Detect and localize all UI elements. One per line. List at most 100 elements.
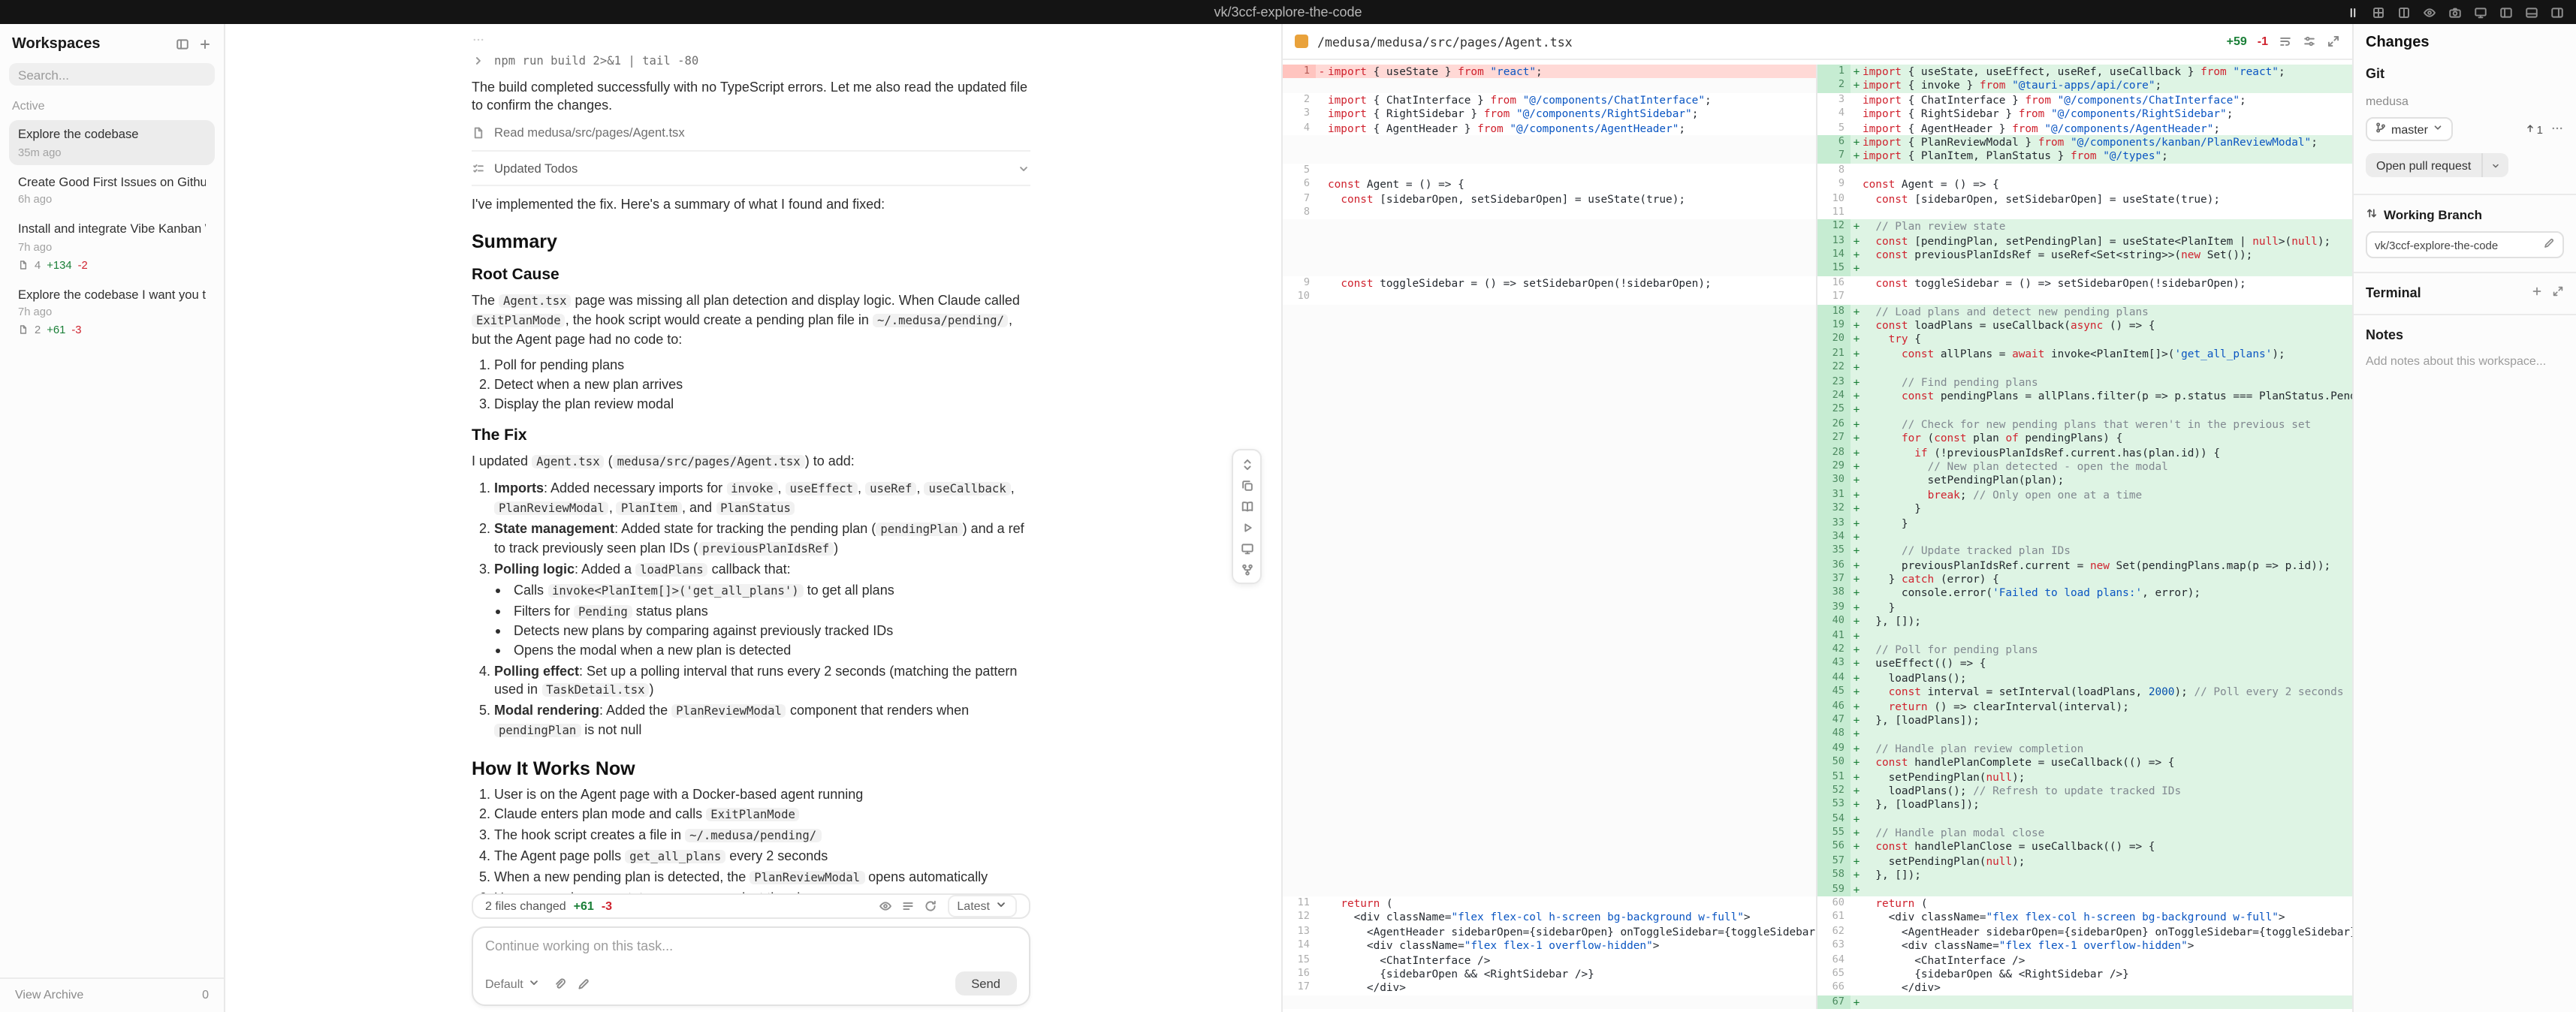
code-line: [1328, 501, 1816, 516]
line-number: 47: [1817, 713, 1851, 727]
chat-messages[interactable]: npm run build 2>&1 | tail -80The build c…: [225, 24, 1281, 893]
line-number: [1283, 628, 1316, 643]
fork-button[interactable]: [1237, 560, 1256, 578]
camera-icon[interactable]: [2448, 5, 2462, 19]
chevron-down-icon[interactable]: [1017, 161, 1030, 175]
plus-icon[interactable]: [198, 38, 212, 51]
send-button[interactable]: Send: [955, 971, 1017, 995]
panel-left-icon[interactable]: [2499, 5, 2513, 19]
diff-list-icon[interactable]: [901, 899, 915, 913]
diff-cell-old: 6const Agent = () => {: [1283, 177, 1817, 191]
unfold-button[interactable]: [1237, 455, 1256, 473]
book-button[interactable]: [1237, 497, 1256, 515]
diff-marker: [1316, 657, 1328, 671]
code-line: // Check for new pending plans that were…: [1863, 417, 2352, 432]
diff-marker: [1851, 911, 1863, 925]
workspace-item[interactable]: Create Good First Issues on Github So...…: [9, 167, 215, 212]
view-archive-button[interactable]: View Archive 0: [0, 977, 224, 1012]
sublist-item: Filters for Pending status plans: [514, 601, 1030, 621]
diff-cell-old: [1283, 643, 1817, 657]
copy-button[interactable]: [1237, 476, 1256, 494]
diff-marker: +: [1851, 854, 1863, 869]
diff-cell-old: [1283, 501, 1817, 516]
expand-icon[interactable]: [2552, 285, 2564, 297]
diff-marker: [1316, 896, 1328, 911]
workspace-item[interactable]: Explore the codebase I want you to ex...…: [9, 280, 215, 342]
panel-bottom-icon[interactable]: [2525, 5, 2538, 19]
model-selector[interactable]: Default: [485, 975, 541, 992]
eye-icon[interactable]: [2423, 5, 2436, 19]
diff-marker: [1316, 276, 1328, 291]
code-line: // Plan review state: [1863, 220, 2352, 234]
wrap-icon[interactable]: [2279, 35, 2292, 48]
code-line: [1328, 544, 1816, 559]
diff-marker: +: [1851, 417, 1863, 432]
diff-cell-new: 54+: [1817, 812, 2352, 826]
tool-call-row[interactable]: npm run build 2>&1 | tail -80: [472, 54, 1030, 68]
pencil-icon[interactable]: [2543, 237, 2555, 249]
code-line: [1328, 516, 1816, 530]
code-line: [1328, 360, 1816, 375]
repo-name: medusa: [2366, 95, 2564, 117]
refresh-icon[interactable]: [924, 899, 937, 913]
line-number: 50: [1817, 755, 1851, 770]
diff-cell-old: [1283, 389, 1817, 403]
code-line: }, [loadPlans]);: [1863, 713, 2352, 727]
diff-content[interactable]: 1-import { useState } from "react";1+imp…: [1283, 60, 2352, 1012]
list-item: Detect when a new plan arrives: [494, 375, 1030, 393]
monitor-button[interactable]: [1237, 539, 1256, 557]
text-run: The Agent page polls: [494, 848, 625, 863]
diff-row: 1-import { useState } from "react";1+imp…: [1283, 65, 2352, 79]
inline-code: PlanReviewModal: [750, 870, 864, 884]
search-input[interactable]: Search...: [9, 63, 215, 86]
diff-row: 40+ }, []);: [1283, 614, 2352, 628]
workspace-item[interactable]: Install and integrate Vibe Kanban Web...…: [9, 215, 215, 277]
diff-marker: [1316, 911, 1328, 925]
bullet-sublist: Calls invoke<PlanItem[]>('get_all_plans'…: [494, 581, 1030, 658]
tool-call-row[interactable]: Read medusa/src/pages/Agent.tsx: [472, 125, 1030, 140]
columns-icon[interactable]: [2397, 5, 2411, 19]
workspace-item[interactable]: Explore the codebase35m ago: [9, 120, 215, 164]
latest-dropdown[interactable]: Latest: [948, 895, 1017, 917]
code-line: [1328, 459, 1816, 474]
eye-icon[interactable]: [879, 899, 892, 913]
working-branch-input[interactable]: vk/3ccf-explore-the-code: [2366, 231, 2564, 258]
sidebar-header: Workspaces: [9, 33, 215, 63]
diff-cell-old: 14 <div className="flex flex-1 overflow-…: [1283, 938, 1817, 953]
branch-more-button[interactable]: [2550, 121, 2564, 137]
inline-code: useRef: [865, 482, 916, 495]
monitor-icon[interactable]: [2474, 5, 2487, 19]
play-button[interactable]: [1237, 518, 1256, 536]
panel-right-icon[interactable]: [2550, 5, 2564, 19]
files-changed-bar: 2 files changed +61 -3 Latest: [472, 893, 1030, 919]
plus-icon[interactable]: [2531, 285, 2543, 297]
line-number: 11: [1283, 896, 1316, 911]
grid-icon[interactable]: [2372, 5, 2385, 19]
code-line: [1328, 572, 1816, 586]
open-pull-request-button[interactable]: Open pull request: [2366, 153, 2508, 177]
diff-cell-new: 35+ // Update tracked plan IDs: [1817, 544, 2352, 559]
diff-marker: +: [1851, 826, 1863, 840]
line-number: 17: [1817, 291, 1851, 305]
inline-code: Pending: [574, 604, 632, 618]
divider: [2354, 272, 2576, 273]
pause-icon[interactable]: [2346, 5, 2360, 19]
message-input[interactable]: Continue working on this task...: [485, 938, 1017, 958]
code-line: setPendingPlan(plan);: [1863, 474, 2352, 488]
pencil-icon[interactable]: [578, 977, 591, 990]
sidebar-header-icons: [176, 38, 212, 51]
todos-collapsible[interactable]: Updated Todos: [472, 150, 1030, 186]
diff-cell-new: 52+ loadPlans(); // Refresh to update tr…: [1817, 784, 2352, 798]
diff-cell-new: 2+import { invoke } from "@tauri-apps/ap…: [1817, 79, 2352, 93]
pr-dropdown[interactable]: [2481, 153, 2508, 177]
inline-code: pendingPlan: [494, 723, 581, 736]
diff-row: 34+: [1283, 530, 2352, 544]
notes-placeholder[interactable]: Add notes about this workspace...: [2366, 353, 2564, 368]
branch-selector[interactable]: master: [2366, 117, 2454, 141]
paperclip-icon[interactable]: [554, 977, 567, 990]
diff-marker: [1316, 713, 1328, 727]
expand-icon[interactable]: [2327, 35, 2340, 48]
panel-left-icon[interactable]: [176, 38, 189, 51]
diff-row: 12+ // Plan review state: [1283, 220, 2352, 234]
sliders-icon[interactable]: [2303, 35, 2316, 48]
